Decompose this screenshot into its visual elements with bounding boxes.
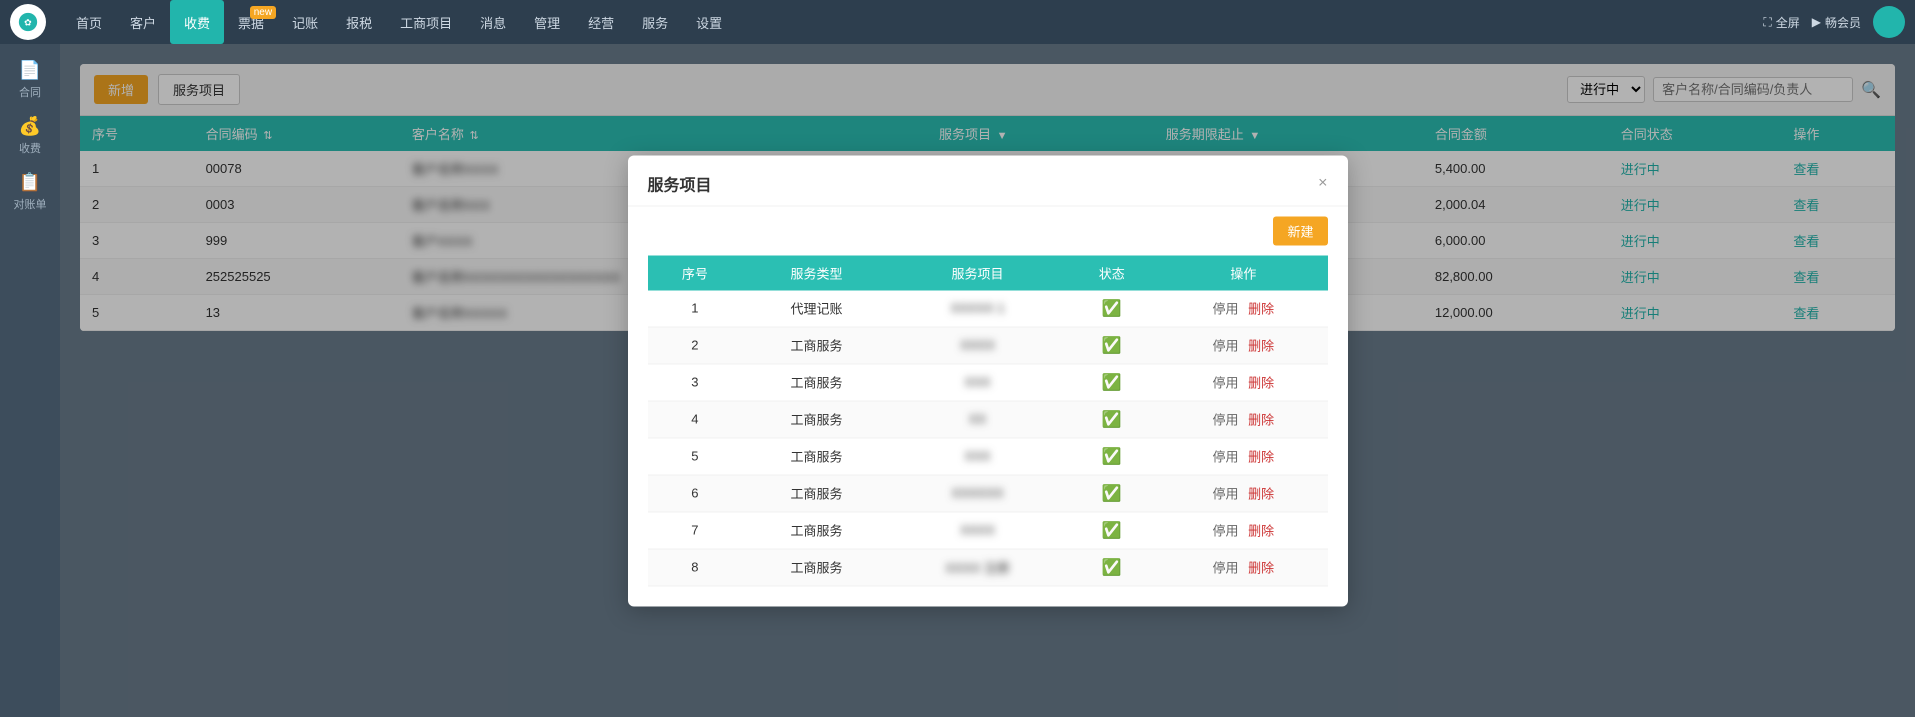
statement-icon: 📋 — [19, 172, 41, 193]
delete-button[interactable]: 删除 — [1248, 524, 1274, 539]
stop-button[interactable]: 停用 — [1213, 524, 1239, 539]
service-items-modal: 服务项目 × 新建 序号 服务类型 服务项目 状态 — [628, 155, 1348, 606]
modal-col-action: 操作 — [1159, 255, 1327, 290]
nav-management[interactable]: 管理 — [520, 0, 574, 44]
delete-button[interactable]: 删除 — [1248, 339, 1274, 354]
fullscreen-button[interactable]: ⛶ 全屏 — [1763, 14, 1799, 31]
list-item: 2 工商服务 XXXX ✅ 停用 删除 — [648, 327, 1328, 364]
modal-table-wrapper: 序号 服务类型 服务项目 状态 操作 1 代理记账 XXXXX — [648, 255, 1328, 586]
fee-icon: 💰 — [19, 116, 41, 137]
list-item: 3 工商服务 XXX ✅ 停用 删除 — [648, 364, 1328, 401]
new-badge: new — [250, 6, 276, 19]
nav-customer[interactable]: 客户 — [116, 0, 170, 44]
list-item: 8 工商服务 XXXX 注册 ✅ 停用 删除 — [648, 549, 1328, 586]
nav-message[interactable]: 消息 — [466, 0, 520, 44]
stop-button[interactable]: 停用 — [1213, 450, 1239, 465]
modal-title: 服务项目 — [648, 171, 712, 195]
modal-new-button[interactable]: 新建 — [1273, 216, 1327, 245]
list-item: 4 工商服务 XX ✅ 停用 删除 — [648, 401, 1328, 438]
main-layout: 📄 合同 💰 收费 📋 对账单 新增 服务项目 进行中 全部 已结束 — [0, 44, 1915, 717]
list-item: 7 工商服务 XXXX ✅ 停用 删除 — [648, 512, 1328, 549]
modal-body: 序号 服务类型 服务项目 状态 操作 1 代理记账 XXXXX — [628, 255, 1348, 606]
modal-col-status: 状态 — [1064, 255, 1159, 290]
nav-bookkeeping[interactable]: 记账 — [278, 0, 332, 44]
modal-close-button[interactable]: × — [1318, 174, 1327, 192]
modal-col-type: 服务类型 — [742, 255, 890, 290]
nav-tax[interactable]: 报税 — [332, 0, 386, 44]
service-items-table: 序号 服务类型 服务项目 状态 操作 1 代理记账 XXXXX — [648, 255, 1328, 586]
list-item: 1 代理记账 XXXXX 1 ✅ 停用 删除 — [648, 290, 1328, 327]
stop-button[interactable]: 停用 — [1213, 376, 1239, 391]
sidebar-item-statement[interactable]: 📋 对账单 — [4, 166, 56, 218]
delete-button[interactable]: 删除 — [1248, 302, 1274, 317]
modal-toolbar: 新建 — [628, 206, 1348, 255]
svg-text:✿: ✿ — [24, 18, 32, 28]
stop-button[interactable]: 停用 — [1213, 413, 1239, 428]
nav-fee[interactable]: 收费 — [170, 0, 224, 44]
modal-table-header: 序号 服务类型 服务项目 状态 操作 — [648, 255, 1328, 290]
delete-button[interactable]: 删除 — [1248, 450, 1274, 465]
sidebar: 📄 合同 💰 收费 📋 对账单 — [0, 44, 60, 717]
nav-ticket[interactable]: 票据 new — [224, 0, 278, 44]
delete-button[interactable]: 删除 — [1248, 561, 1274, 576]
user-avatar[interactable] — [1873, 6, 1905, 38]
stop-button[interactable]: 停用 — [1213, 561, 1239, 576]
nav-industrial[interactable]: 工商项目 — [386, 0, 466, 44]
modal-col-seq: 序号 — [648, 255, 743, 290]
member-button[interactable]: ▶ 畅会员 — [1812, 14, 1861, 31]
delete-button[interactable]: 删除 — [1248, 487, 1274, 502]
delete-button[interactable]: 删除 — [1248, 413, 1274, 428]
list-item: 5 工商服务 XXX ✅ 停用 删除 — [648, 438, 1328, 475]
delete-button[interactable]: 删除 — [1248, 376, 1274, 391]
contract-icon: 📄 — [19, 60, 41, 81]
modal-col-item: 服务项目 — [891, 255, 1065, 290]
nav-right-actions: ⛶ 全屏 ▶ 畅会员 — [1763, 6, 1905, 38]
app-logo[interactable]: ✿ — [10, 4, 46, 40]
stop-button[interactable]: 停用 — [1213, 302, 1239, 317]
nav-home[interactable]: 首页 — [62, 0, 116, 44]
nav-settings[interactable]: 设置 — [682, 0, 736, 44]
sidebar-item-contract[interactable]: 📄 合同 — [4, 54, 56, 106]
content-area: 新增 服务项目 进行中 全部 已结束 🔍 序号 合同编码 — [60, 44, 1915, 717]
list-item: 6 工商服务 XXXXXX ✅ 停用 删除 — [648, 475, 1328, 512]
stop-button[interactable]: 停用 — [1213, 339, 1239, 354]
nav-service[interactable]: 服务 — [628, 0, 682, 44]
top-navigation: ✿ 首页 客户 收费 票据 new 记账 报税 工商项目 消息 管理 经营 服务… — [0, 0, 1915, 44]
sidebar-item-fee[interactable]: 💰 收费 — [4, 110, 56, 162]
stop-button[interactable]: 停用 — [1213, 487, 1239, 502]
modal-header: 服务项目 × — [628, 155, 1348, 206]
nav-operation[interactable]: 经营 — [574, 0, 628, 44]
